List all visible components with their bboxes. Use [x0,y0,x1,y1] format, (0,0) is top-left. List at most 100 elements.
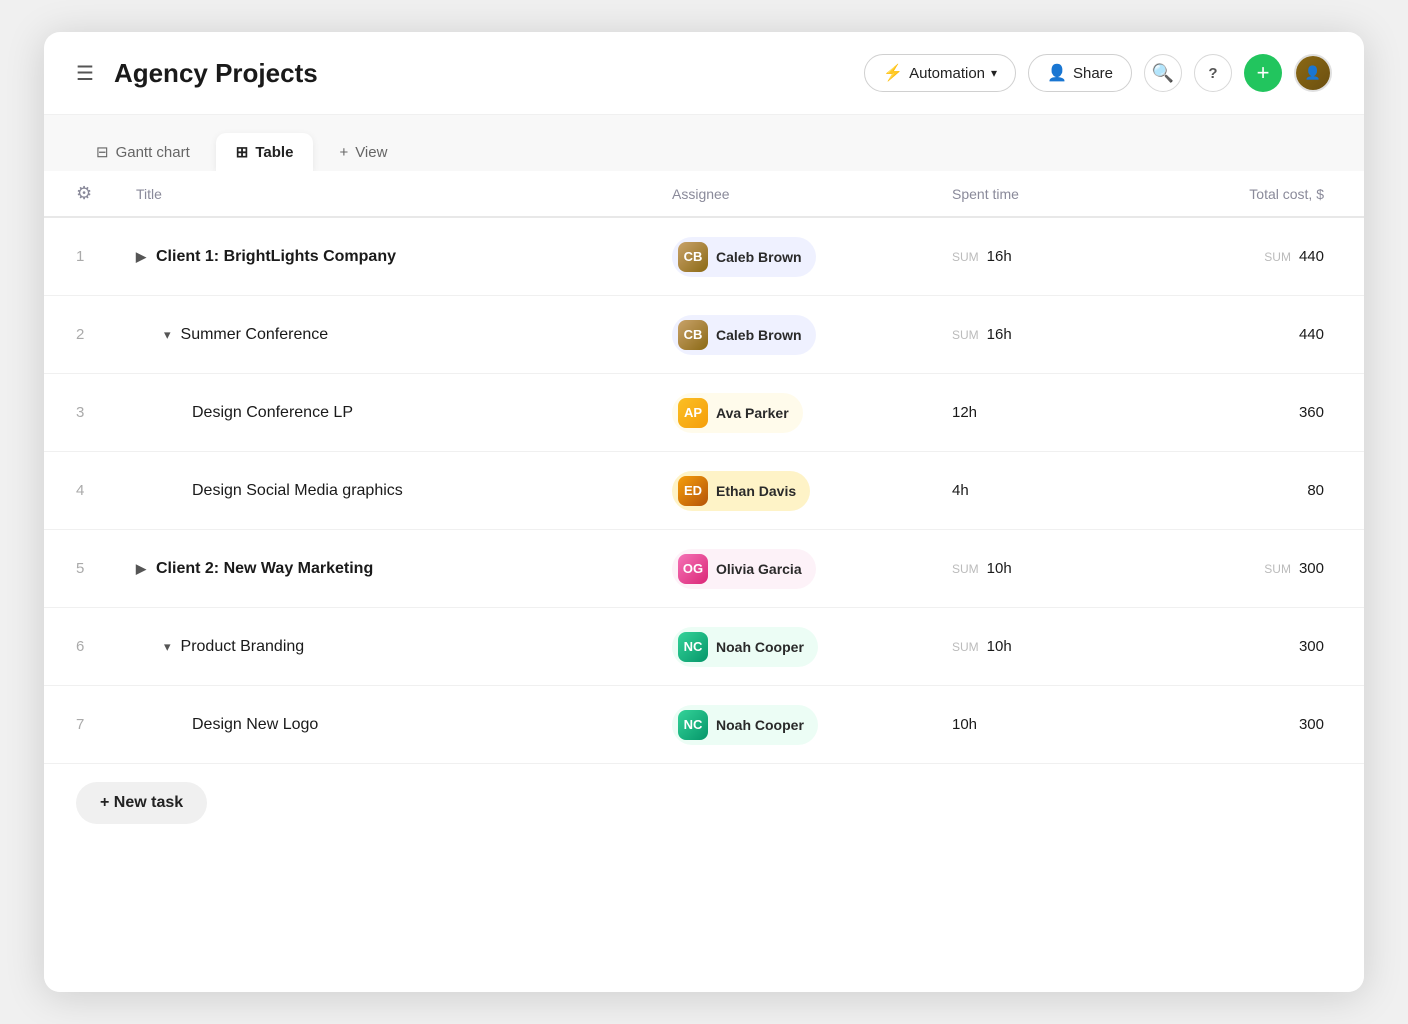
time-value-6: 10h [987,638,1012,655]
cost-sum-label-5: SUM [1264,562,1291,576]
assignee-badge-6[interactable]: NC Noah Cooper [672,627,818,667]
lightning-icon: ⚡ [883,63,903,83]
time-value-3: 12h [952,404,977,421]
assignee-name-2: Caleb Brown [716,327,802,343]
row-title-4: Design Social Media graphics [136,482,672,500]
column-total-cost: Total cost, $ [1152,186,1332,202]
tabs-bar: ⊟ Gantt chart ⊞ Table + View [44,115,1364,171]
time-value-4: 4h [952,482,969,499]
table-row[interactable]: 3 Design Conference LP AP Ava Parker 12h [44,374,1364,452]
assignee-name-4: Ethan Davis [716,483,796,499]
new-task-label: + New task [100,794,183,812]
cost-cell-3: 360 [1152,404,1332,421]
expand-icon-5[interactable]: ▶ [136,561,146,577]
cost-value-4: 80 [1307,482,1324,499]
column-headers: ⚙ Title Assignee Spent time Total cost, … [44,171,1364,218]
cost-value-6: 300 [1299,638,1324,655]
avatar-ethan: ED [678,476,708,506]
table-row[interactable]: 1 ▶ Client 1: BrightLights Company CB Ca… [44,218,1364,296]
sum-label-5: SUM [952,562,979,576]
time-cell-5: SUM 10h [952,560,1152,577]
row-title-5: ▶ Client 2: New Way Marketing [136,560,672,578]
user-initials: 👤 [1305,65,1321,81]
assignee-cell-1: CB Caleb Brown [672,237,952,277]
share-label: Share [1073,65,1113,82]
sum-label-6: SUM [952,640,979,654]
row-num-3: 3 [76,404,136,421]
row-num-2: 2 [76,326,136,343]
search-button[interactable]: 🔍 [1144,54,1182,92]
cost-value-5: 300 [1299,560,1324,577]
table-row[interactable]: 4 Design Social Media graphics ED Ethan … [44,452,1364,530]
tab-gantt-label: Gantt chart [116,144,190,161]
tab-table[interactable]: ⊞ Table [216,133,314,171]
expand-icon-1[interactable]: ▶ [136,249,146,265]
sum-label-2: SUM [952,328,979,342]
assignee-cell-3: AP Ava Parker [672,393,952,433]
row-title-7: Design New Logo [136,716,672,734]
assignee-badge-1[interactable]: CB Caleb Brown [672,237,816,277]
assignee-name-7: Noah Cooper [716,717,804,733]
table-row[interactable]: 7 Design New Logo NC Noah Cooper 10h [44,686,1364,764]
table-icon: ⊞ [236,143,249,161]
assignee-badge-7[interactable]: NC Noah Cooper [672,705,818,745]
row-num-1: 1 [76,248,136,265]
table-row[interactable]: 2 ▾ Summer Conference CB Caleb Brown SUM [44,296,1364,374]
row-title-2: ▾ Summer Conference [136,326,672,344]
row-title-1: ▶ Client 1: BrightLights Company [136,248,672,266]
new-task-row: + New task [44,764,1364,842]
cost-value-3: 360 [1299,404,1324,421]
tab-gantt-chart[interactable]: ⊟ Gantt chart [76,133,210,171]
gantt-icon: ⊟ [96,143,109,161]
time-cell-4: 4h [952,482,1152,499]
time-value-1: 16h [987,248,1012,265]
cost-value-2: 440 [1299,326,1324,343]
cost-cell-4: 80 [1152,482,1332,499]
row-num-6: 6 [76,638,136,655]
share-person-icon: 👤 [1047,63,1067,83]
cost-value-7: 300 [1299,716,1324,733]
assignee-cell-5: OG Olivia Garcia [672,549,952,589]
table-row[interactable]: 5 ▶ Client 2: New Way Marketing OG Olivi… [44,530,1364,608]
search-icon: 🔍 [1152,63,1174,84]
time-cell-3: 12h [952,404,1152,421]
share-button[interactable]: 👤 Share [1028,54,1132,92]
assignee-badge-2[interactable]: CB Caleb Brown [672,315,816,355]
column-settings[interactable]: ⚙ [76,183,136,204]
app-title: Agency Projects [114,58,848,89]
help-button[interactable]: ? [1194,54,1232,92]
assignee-name-3: Ava Parker [716,405,789,421]
new-task-button[interactable]: + New task [76,782,207,824]
assignee-name-5: Olivia Garcia [716,561,802,577]
automation-button[interactable]: ⚡ Automation ▾ [864,54,1016,92]
table-wrap: ⚙ Title Assignee Spent time Total cost, … [44,171,1364,764]
cost-cell-7: 300 [1152,716,1332,733]
assignee-cell-4: ED Ethan Davis [672,471,952,511]
assignee-cell-2: CB Caleb Brown [672,315,952,355]
table-row[interactable]: 6 ▾ Product Branding NC Noah Cooper SUM … [44,608,1364,686]
add-button[interactable]: + [1244,54,1282,92]
cost-cell-2: 440 [1152,326,1332,343]
time-value-2: 16h [987,326,1012,343]
row-num-5: 5 [76,560,136,577]
user-avatar[interactable]: 👤 [1294,54,1332,92]
assignee-badge-5[interactable]: OG Olivia Garcia [672,549,816,589]
tab-table-label: Table [255,144,293,161]
tab-view[interactable]: + View [319,134,407,171]
avatar-ava: AP [678,398,708,428]
time-cell-7: 10h [952,716,1152,733]
assignee-badge-4[interactable]: ED Ethan Davis [672,471,810,511]
help-icon: ? [1208,65,1217,82]
cost-cell-1: SUM 440 [1152,248,1332,265]
menu-icon[interactable]: ☰ [76,61,94,86]
expand-icon-2[interactable]: ▾ [164,327,171,343]
avatar-noah-2: NC [678,710,708,740]
expand-icon-6[interactable]: ▾ [164,639,171,655]
cost-cell-5: SUM 300 [1152,560,1332,577]
time-cell-1: SUM 16h [952,248,1152,265]
column-spent-time: Spent time [952,186,1152,202]
assignee-badge-3[interactable]: AP Ava Parker [672,393,803,433]
column-assignee: Assignee [672,186,952,202]
tab-view-label: View [355,144,387,161]
row-title-6: ▾ Product Branding [136,638,672,656]
